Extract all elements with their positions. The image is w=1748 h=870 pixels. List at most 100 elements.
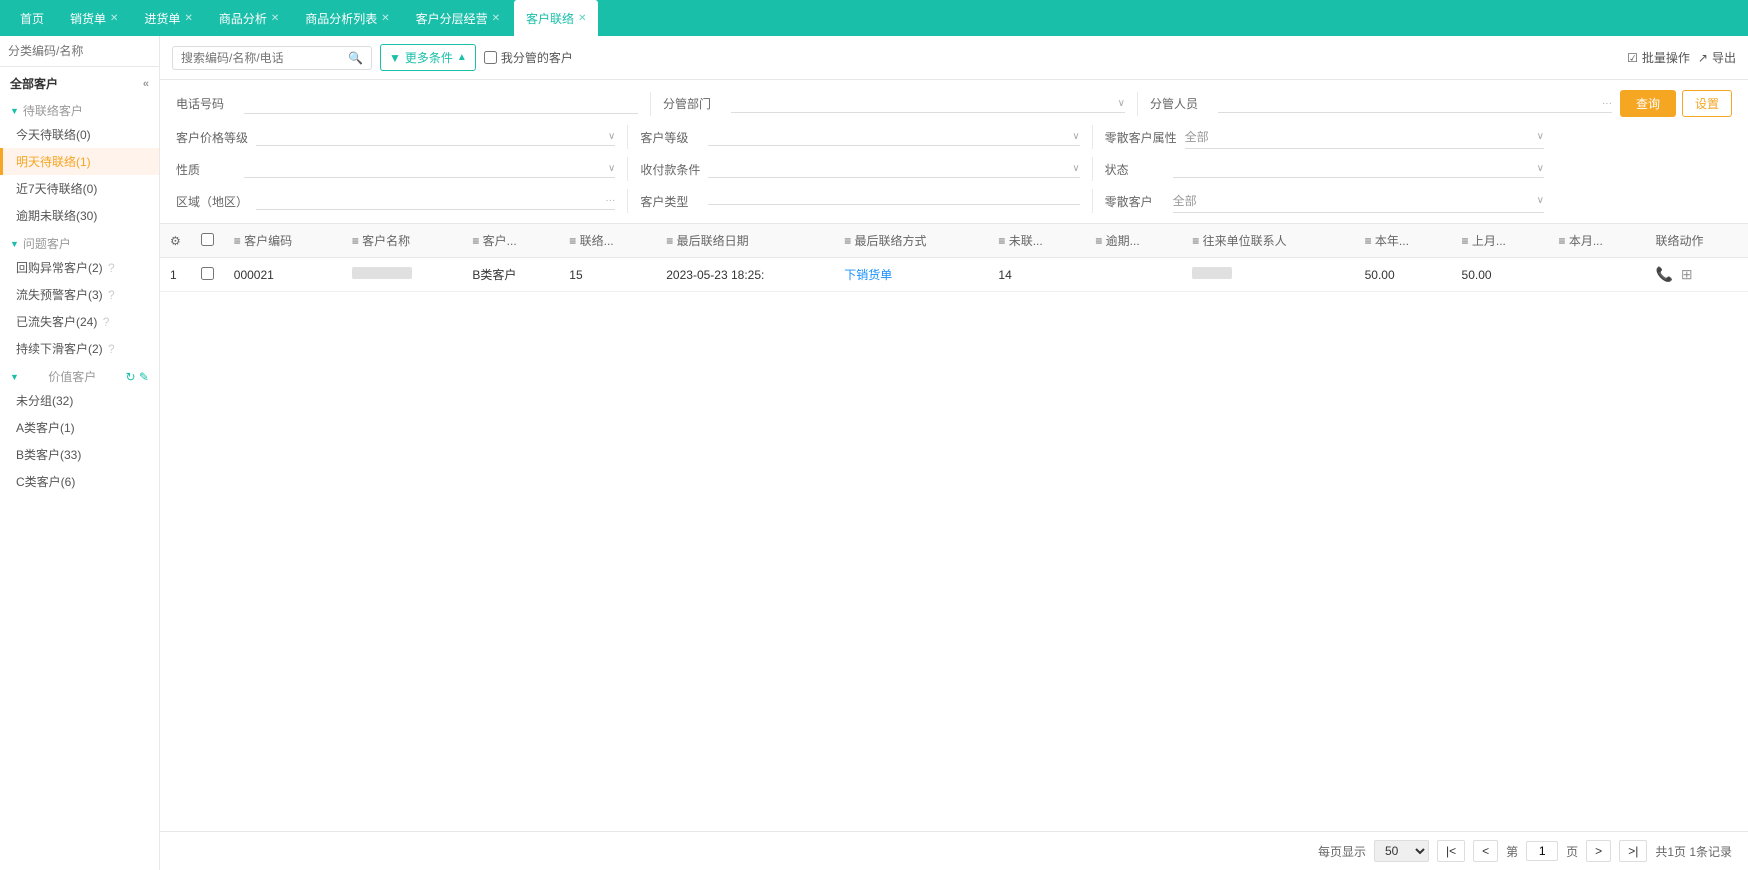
scatter-customer-chevron-icon: ∨ bbox=[1537, 195, 1544, 206]
scatter-customer-select[interactable]: 全部 ∨ bbox=[1173, 189, 1544, 213]
group-value-customers-label: 价值客户 bbox=[48, 368, 96, 385]
sidebar-item-class-b[interactable]: B类客户(33) bbox=[0, 441, 159, 468]
td-no-contact: 14 bbox=[988, 258, 1085, 292]
payment-chevron-icon: ∨ bbox=[1072, 163, 1079, 174]
th-last-date[interactable]: ≡ 最后联络日期 bbox=[656, 224, 834, 258]
customer-level-chevron-icon: ∨ bbox=[1072, 131, 1079, 142]
td-this-year: 50.00 bbox=[1355, 258, 1452, 292]
filter-status: 状态 ∨ bbox=[1105, 160, 1544, 178]
more-filters-btn[interactable]: ▼ 更多条件 ▲ bbox=[380, 44, 476, 71]
td-type: B类客户 bbox=[462, 258, 559, 292]
payment-select[interactable]: ∨ bbox=[708, 160, 1079, 178]
nav-goods-analysis-list[interactable]: 商品分析列表 ✕ bbox=[293, 0, 401, 36]
nav-customer-contact[interactable]: 客户联络 ✕ bbox=[514, 0, 598, 36]
action-phone-icon[interactable]: 📞 bbox=[1655, 266, 1672, 283]
nav-purchase-close-icon[interactable]: ✕ bbox=[184, 13, 192, 24]
sidebar-item-overdue-contact[interactable]: 逾期未联络(30) bbox=[0, 202, 159, 229]
nav-purchase[interactable]: 进货单 ✕ bbox=[132, 0, 204, 36]
per-page-select[interactable]: 50 100 200 bbox=[1374, 840, 1429, 862]
settings-btn[interactable]: 设置 bbox=[1682, 90, 1732, 117]
sidebar-item-churned[interactable]: 已流失客户(24) ? bbox=[0, 308, 159, 335]
price-level-select[interactable]: ∨ bbox=[256, 128, 615, 146]
export-btn[interactable]: ↗ 导出 bbox=[1698, 49, 1736, 66]
status-select[interactable]: ∨ bbox=[1173, 160, 1544, 178]
th-overdue[interactable]: ≡ 逾期... bbox=[1085, 224, 1182, 258]
nav-home-label: 首页 bbox=[20, 10, 44, 27]
help-icon-3[interactable]: ? bbox=[108, 342, 115, 356]
th-name[interactable]: ≡ 客户名称 bbox=[342, 224, 463, 258]
help-icon-0[interactable]: ? bbox=[108, 261, 115, 275]
my-customers-checkbox[interactable] bbox=[484, 51, 497, 64]
customer-level-select[interactable]: ∨ bbox=[708, 128, 1079, 146]
sidebar-item-repurchase-abnormal[interactable]: 回购异常客户(2) ? bbox=[0, 254, 159, 281]
page-next-btn[interactable]: > bbox=[1586, 840, 1611, 862]
th-last-method[interactable]: ≡ 最后联络方式 bbox=[834, 224, 988, 258]
th-this-month-label: ≡ 本月... bbox=[1559, 234, 1603, 248]
help-icon-2[interactable]: ? bbox=[103, 315, 110, 329]
th-this-year[interactable]: ≡ 本年... bbox=[1355, 224, 1452, 258]
nav-customer-contact-close-icon[interactable]: ✕ bbox=[578, 13, 586, 24]
page-input[interactable] bbox=[1526, 841, 1558, 861]
th-this-month[interactable]: ≡ 本月... bbox=[1549, 224, 1646, 258]
sidebar-item-ungrouped[interactable]: 未分组(32) bbox=[0, 387, 159, 414]
phone-input[interactable] bbox=[244, 93, 638, 114]
sidebar-item-declining[interactable]: 持续下滑客户(2) ? bbox=[0, 335, 159, 362]
sidebar-item-class-c[interactable]: C类客户(6) bbox=[0, 468, 159, 495]
row-checkbox[interactable] bbox=[201, 267, 214, 280]
group-problem-customers: 问题客户 bbox=[0, 229, 159, 254]
th-this-year-label: ≡ 本年... bbox=[1365, 234, 1409, 248]
th-contact-count[interactable]: ≡ 联络... bbox=[559, 224, 656, 258]
select-all-checkbox[interactable] bbox=[201, 233, 214, 246]
sidebar-item-churn-warning[interactable]: 流失预警客户(3) ? bbox=[0, 281, 159, 308]
batch-op-btn[interactable]: ☑ 批量操作 bbox=[1627, 49, 1690, 66]
nature-label: 性质 bbox=[176, 161, 236, 178]
query-btn[interactable]: 查询 bbox=[1620, 90, 1676, 117]
td-action: 📞 ⊞ bbox=[1645, 258, 1748, 292]
th-last-month[interactable]: ≡ 上月... bbox=[1452, 224, 1549, 258]
nav-sales[interactable]: 销货单 ✕ bbox=[58, 0, 130, 36]
manager-select[interactable]: ··· bbox=[1218, 95, 1612, 113]
th-type[interactable]: ≡ 客户... bbox=[462, 224, 559, 258]
th-no-contact[interactable]: ≡ 未联... bbox=[988, 224, 1085, 258]
th-action: 联络动作 bbox=[1645, 224, 1748, 258]
sidebar-item-tomorrow-contact[interactable]: 明天待联络(1) bbox=[0, 148, 159, 175]
page-prev-btn[interactable]: < bbox=[1473, 840, 1498, 862]
nav-goods-analysis-close-icon[interactable]: ✕ bbox=[271, 13, 279, 24]
nav-customer-segmentation-close-icon[interactable]: ✕ bbox=[492, 13, 500, 24]
nav-customer-segmentation[interactable]: 客户分层经营 ✕ bbox=[404, 0, 512, 36]
sidebar-item-week-contact[interactable]: 近7天待联络(0) bbox=[0, 175, 159, 202]
gear-icon[interactable]: ⚙ bbox=[170, 234, 181, 248]
search-icon[interactable]: 🔍 bbox=[348, 51, 363, 65]
sidebar-item-class-a[interactable]: A类客户(1) bbox=[0, 414, 159, 441]
nav-sales-close-icon[interactable]: ✕ bbox=[110, 13, 118, 24]
customer-type-select[interactable] bbox=[708, 198, 1079, 205]
my-customers-checkbox-label[interactable]: 我分管的客户 bbox=[484, 49, 573, 66]
nav-home[interactable]: 首页 bbox=[8, 0, 56, 36]
th-code[interactable]: ≡ 客户编码 bbox=[224, 224, 342, 258]
sidebar-collapse-icon[interactable]: « bbox=[143, 78, 149, 90]
action-grid-icon[interactable]: ⊞ bbox=[1681, 266, 1693, 283]
customer-attr-select[interactable]: 全部 ∨ bbox=[1185, 125, 1544, 149]
sidebar-search-input[interactable] bbox=[8, 44, 160, 58]
search-input[interactable] bbox=[181, 51, 344, 65]
divider-5 bbox=[627, 157, 628, 181]
nav-sales-label: 销货单 bbox=[70, 10, 106, 27]
nav-goods-analysis[interactable]: 商品分析 ✕ bbox=[207, 0, 291, 36]
value-customers-icons[interactable]: ↻ ✎ bbox=[126, 370, 149, 384]
th-contact-person[interactable]: ≡ 往来单位联系人 bbox=[1182, 224, 1354, 258]
page-last-btn[interactable]: >| bbox=[1619, 840, 1647, 862]
th-contact-count-label: ≡ 联络... bbox=[569, 234, 613, 248]
page-first-btn[interactable]: |< bbox=[1437, 840, 1465, 862]
main-layout: 🔍 全部客户 « 待联络客户 今天待联络(0) 明天待联络(1) 近7天待联络(… bbox=[0, 36, 1748, 870]
dept-select[interactable]: ∨ bbox=[731, 95, 1125, 113]
sidebar-item-today-contact[interactable]: 今天待联络(0) bbox=[0, 121, 159, 148]
nav-goods-analysis-list-close-icon[interactable]: ✕ bbox=[381, 13, 389, 24]
help-icon-1[interactable]: ? bbox=[108, 288, 115, 302]
filter-row-3: 性质 ∨ 收付款条件 ∨ 状态 bbox=[176, 157, 1732, 181]
nature-select[interactable]: ∨ bbox=[244, 160, 615, 178]
region-select[interactable]: ··· bbox=[256, 192, 615, 210]
page-unit-label: 页 bbox=[1566, 843, 1578, 860]
td-last-method[interactable]: 下销货单 bbox=[834, 258, 988, 292]
nav-goods-analysis-label: 商品分析 bbox=[219, 10, 267, 27]
filter-row-2: 客户价格等级 ∨ 客户等级 ∨ 零散客户属性 bbox=[176, 125, 1732, 149]
